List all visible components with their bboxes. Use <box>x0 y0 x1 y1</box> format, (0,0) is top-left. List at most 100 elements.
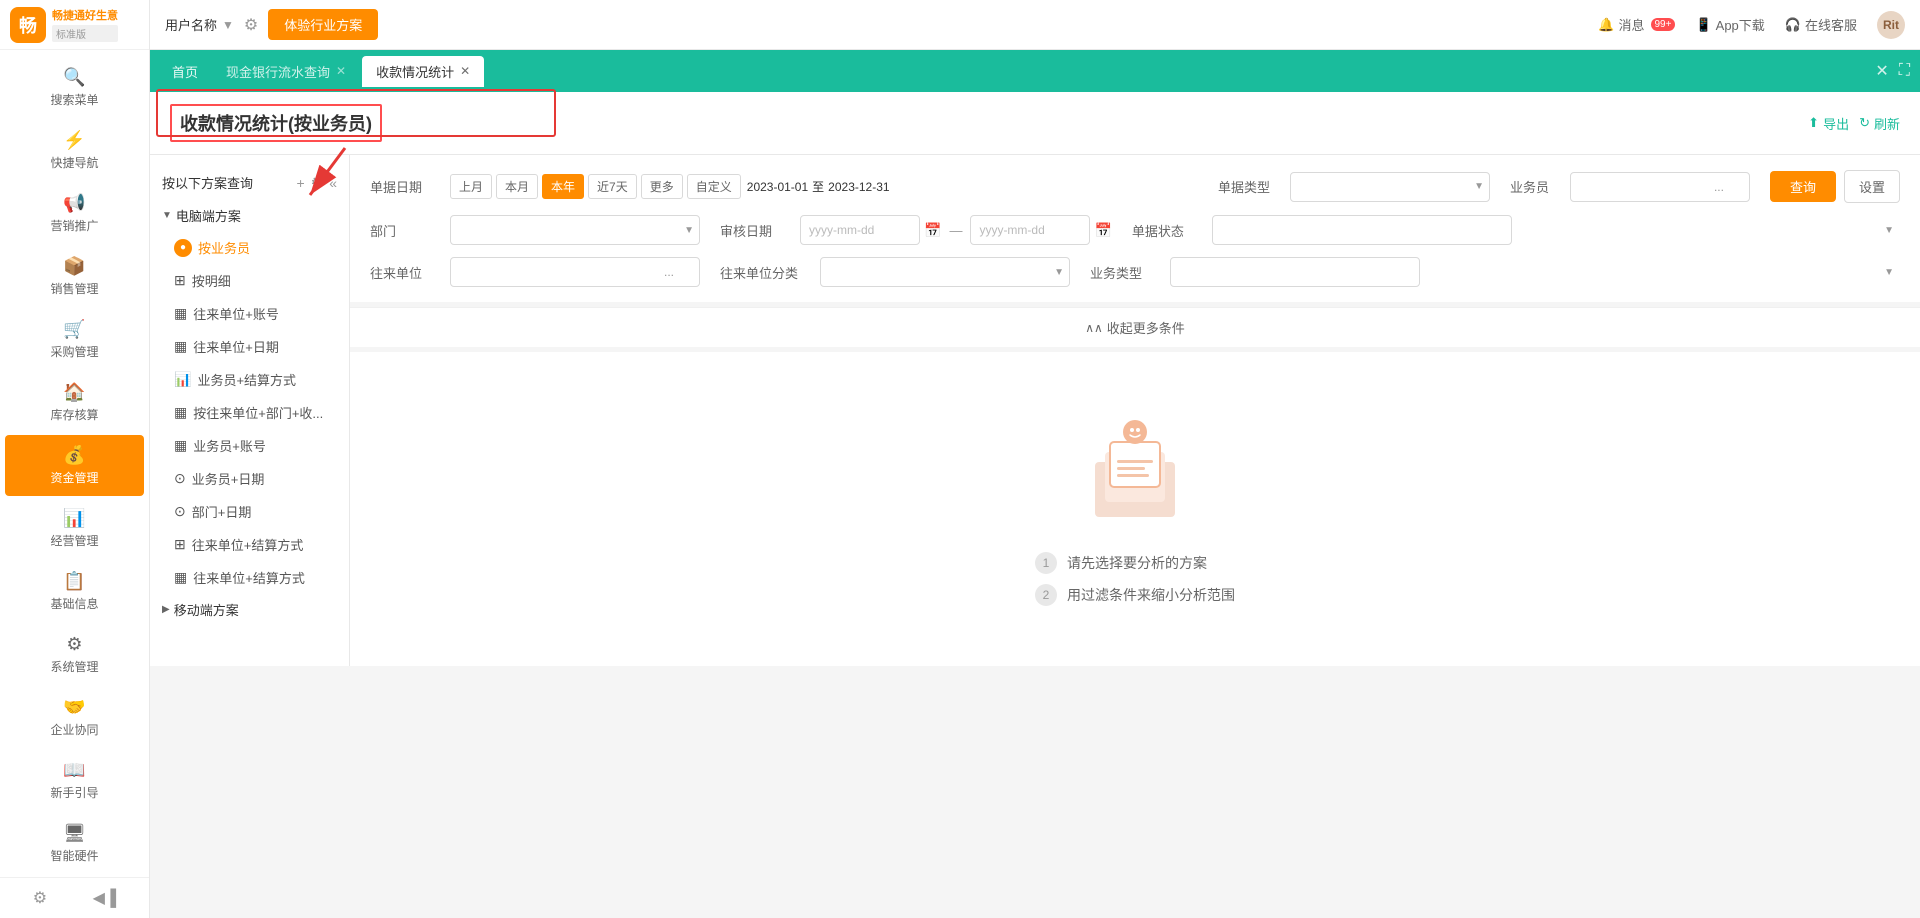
export-icon: ⬆ <box>1808 115 1819 131</box>
sidebar-item-label: 新手引导 <box>50 784 98 801</box>
search-icon: 🔍 <box>63 67 85 88</box>
sidebar-item-corp[interactable]: 🤝 企业协同 <box>5 687 144 748</box>
tab-close-icon[interactable]: ✕ <box>460 64 470 78</box>
online-service-btn[interactable]: 🎧 在线客服 <box>1785 15 1857 34</box>
headset-icon: 🎧 <box>1785 17 1801 33</box>
user-dropdown-icon: ▼ <box>222 18 234 32</box>
review-date-cal-to-icon[interactable]: 📅 <box>1094 222 1111 239</box>
tree-item-label: 按明细 <box>192 271 231 290</box>
add-scheme-icon[interactable]: + <box>296 175 304 191</box>
sidebar-item-purchase[interactable]: 🛒 采购管理 <box>5 309 144 370</box>
hardware-icon: 🖥 <box>63 823 86 844</box>
filter-actions: 查询 设置 <box>1770 170 1900 203</box>
dept-select-wrapper: ▼ <box>450 215 700 245</box>
settings-button[interactable]: 设置 <box>1844 170 1900 203</box>
sidebar-item-guide[interactable]: 📖 新手引导 <box>5 750 144 811</box>
collapse-sidebar-icon[interactable]: ◀▐ <box>93 888 117 908</box>
dept-select[interactable] <box>450 215 700 245</box>
query-button[interactable]: 查询 <box>1770 171 1836 202</box>
date-to: 2023-12-31 <box>828 180 889 194</box>
topbar-gear-icon[interactable]: ⚙ <box>244 15 258 35</box>
tree-item-by-detail[interactable]: ⊞ 按明细 <box>150 264 349 297</box>
tree-item-dept-date[interactable]: ⊙ 部门+日期 <box>150 495 349 528</box>
tree-item-unit-dept[interactable]: ▦ 按往来单位+部门+收... <box>150 396 349 429</box>
review-date-cal-from-icon[interactable]: 📅 <box>924 222 941 239</box>
page-title: 收款情况统计(按业务员) <box>170 104 382 142</box>
sidebar-item-marketing[interactable]: 📢 营销推广 <box>5 183 144 244</box>
sidebar-item-inventory[interactable]: 🏠 库存核算 <box>5 372 144 433</box>
doc-status-select[interactable] <box>1212 215 1512 245</box>
filter-row-2: 部门 ▼ 审核日期 yyyy-mm-dd 📅 <box>370 215 1900 245</box>
review-date-from-input[interactable]: yyyy-mm-dd <box>800 215 920 245</box>
business-type-select[interactable] <box>1170 257 1420 287</box>
sidebar-item-finance[interactable]: 💰 资金管理 <box>5 435 144 496</box>
marketing-icon: 📢 <box>63 193 85 214</box>
sidebar-item-hardware[interactable]: 🖥 智能硬件 <box>5 813 144 874</box>
inventory-icon: 🏠 <box>63 382 85 403</box>
page-header-actions: ⬆ 导出 ↻ 刷新 <box>1808 114 1900 133</box>
trial-button[interactable]: 体验行业方案 <box>268 9 378 40</box>
date-range-separator: 至 <box>812 178 824 195</box>
notification-btn[interactable]: 🔔 消息 99+ <box>1598 15 1675 34</box>
tree-arrow-right-icon: ▶ <box>162 604 170 615</box>
tree-item-salesperson-date[interactable]: ⊙ 业务员+日期 <box>150 462 349 495</box>
tree-item-unit-date[interactable]: ▦ 往来单位+日期 <box>150 330 349 363</box>
sidebar-item-basic-info[interactable]: 📋 基础信息 <box>5 561 144 622</box>
date-btn-more[interactable]: 更多 <box>641 174 683 199</box>
date-btn-last-month[interactable]: 上月 <box>450 174 492 199</box>
tab-home[interactable]: 首页 <box>160 56 210 87</box>
avatar[interactable]: Rit <box>1877 11 1905 39</box>
sidebar-item-sales[interactable]: 📦 销售管理 <box>5 246 144 307</box>
date-filter-group: 上月 本月 本年 近7天 更多 自定义 2023-01-01 至 <box>450 174 1198 199</box>
sidebar-item-quick-nav[interactable]: ⚡ 快捷导航 <box>5 120 144 181</box>
logo-icon: 畅 <box>10 7 46 43</box>
tree-section-mobile-header[interactable]: ▶ 移动端方案 <box>150 594 349 625</box>
salesperson-select[interactable] <box>1570 172 1750 202</box>
review-date-to-input[interactable]: yyyy-mm-dd <box>970 215 1090 245</box>
tab-close-icon[interactable]: ✕ <box>336 64 346 78</box>
app-download-btn[interactable]: 📱 App下载 <box>1695 15 1764 34</box>
counterpart-more-icon[interactable]: ... <box>664 265 674 279</box>
tab-label: 现金银行流水查询 <box>226 62 330 81</box>
date-btn-7days[interactable]: 近7天 <box>588 174 637 199</box>
tree-section-desktop-header[interactable]: ▼ 电脑端方案 <box>150 200 349 231</box>
user-selector[interactable]: 用户名称 ▼ <box>165 15 234 34</box>
counterpart-select[interactable] <box>450 257 700 287</box>
tree-section-desktop: ▼ 电脑端方案 ● 按业务员 ⊞ 按明细 ▦ 往 <box>150 200 349 594</box>
date-btn-this-month[interactable]: 本月 <box>496 174 538 199</box>
export-button[interactable]: ⬆ 导出 <box>1808 114 1849 133</box>
settings-footer-icon[interactable]: ⚙ <box>33 888 47 908</box>
doc-type-label: 单据类型 <box>1218 177 1270 196</box>
collapse-panel-icon[interactable]: « <box>329 175 337 191</box>
tree-item-icon: ⊙ <box>174 470 186 487</box>
sidebar-item-operation[interactable]: 📊 经营管理 <box>5 498 144 559</box>
sidebar-item-label: 资金管理 <box>50 469 98 486</box>
tree-item-salesperson-account[interactable]: ▦ 业务员+账号 <box>150 429 349 462</box>
tab-bank-flow[interactable]: 现金银行流水查询 ✕ <box>212 56 360 87</box>
date-range-display: 2023-01-01 至 2023-12-31 <box>747 178 890 195</box>
date-btn-custom[interactable]: 自定义 <box>687 174 741 199</box>
counterpart-type-select[interactable] <box>820 257 1070 287</box>
sidebar-item-system[interactable]: ⚙ 系统管理 <box>5 624 144 685</box>
tree-item-unit-account[interactable]: ▦ 往来单位+账号 <box>150 297 349 330</box>
sidebar-item-search[interactable]: 🔍 搜索菜单 <box>5 57 144 118</box>
tab-maximize-icon[interactable]: ⛶ <box>1899 62 1910 80</box>
sales-icon: 📦 <box>63 256 85 277</box>
tab-payment-stats[interactable]: 收款情况统计 ✕ <box>362 56 484 87</box>
tab-close-all-icon[interactable]: ✕ <box>1875 61 1888 81</box>
empty-illustration <box>1075 412 1195 532</box>
scheme-settings-icon[interactable]: ⚙ <box>311 174 324 191</box>
tree-item-salesperson-payment[interactable]: 📊 业务员+结算方式 <box>150 363 349 396</box>
doc-type-select[interactable] <box>1290 172 1490 202</box>
content-body: 按以下方案查询 + ⚙ « ▼ 电脑端方案 <box>150 155 1920 666</box>
refresh-button[interactable]: ↻ 刷新 <box>1859 114 1900 133</box>
collapse-bar[interactable]: ∧∧ 收起更多条件 <box>350 307 1920 347</box>
tree-item-label: 往来单位+结算方式 <box>193 568 305 587</box>
date-btn-this-year[interactable]: 本年 <box>542 174 584 199</box>
notification-label: 消息 <box>1618 15 1644 34</box>
collapse-label: 收起更多条件 <box>1107 318 1185 337</box>
tree-item-unit-payment1[interactable]: ⊞ 往来单位+结算方式 <box>150 528 349 561</box>
tabbar: 首页 现金银行流水查询 ✕ 收款情况统计 ✕ ✕ ⛶ <box>150 50 1920 92</box>
tree-item-by-salesperson[interactable]: ● 按业务员 <box>150 231 349 264</box>
tree-item-unit-payment2[interactable]: ▦ 往来单位+结算方式 <box>150 561 349 594</box>
